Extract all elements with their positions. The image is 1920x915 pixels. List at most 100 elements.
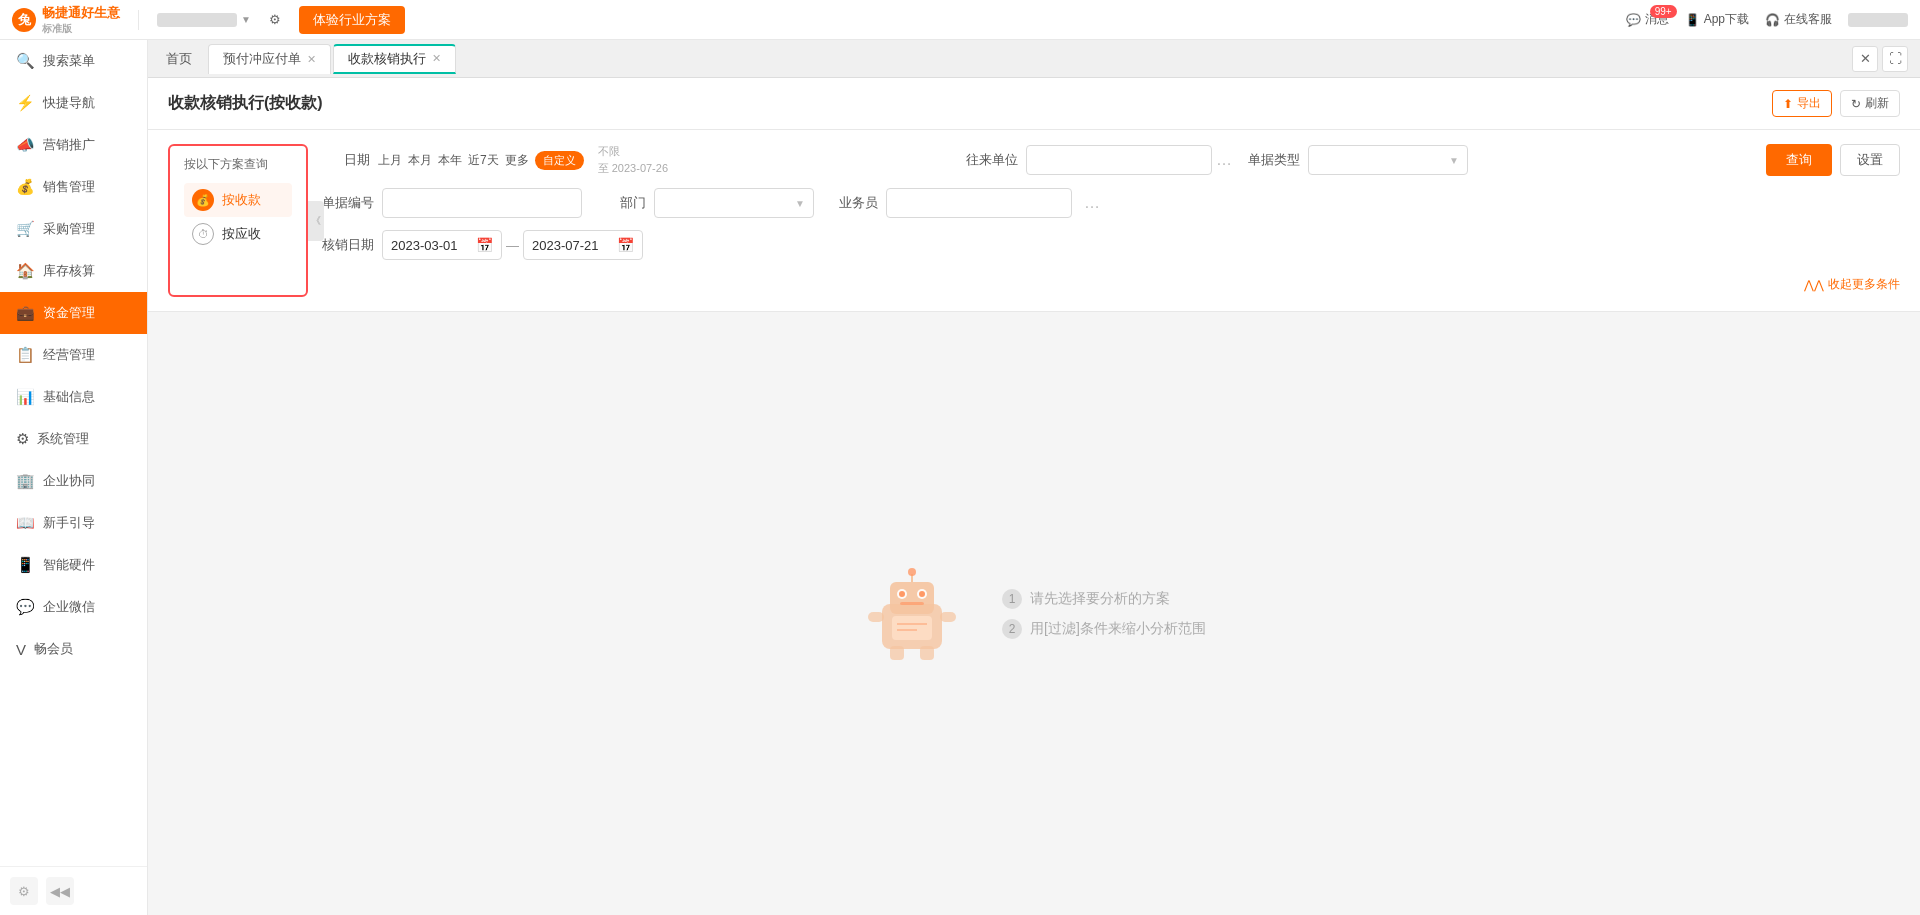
message-action[interactable]: 💬 消息 99+ bbox=[1626, 11, 1669, 28]
query-option-collection-label: 按收款 bbox=[222, 191, 261, 209]
page-header-actions: ⬆ 导出 ↻ 刷新 bbox=[1772, 90, 1900, 129]
sidebar-item-sales[interactable]: 💰 销售管理 bbox=[0, 166, 147, 208]
counterpart-ellipsis-icon[interactable]: … bbox=[1216, 151, 1232, 169]
bill-no-input[interactable] bbox=[382, 188, 582, 218]
sales-icon: 💰 bbox=[16, 178, 35, 196]
online-service-action[interactable]: 🎧 在线客服 bbox=[1765, 11, 1832, 28]
sidebar-item-quick-nav[interactable]: ⚡ 快捷导航 bbox=[0, 82, 147, 124]
filter-item-department: 部门 ▼ bbox=[598, 188, 814, 218]
empty-state: 1 请先选择要分析的方案 2 用[过滤]条件来缩小分析范围 bbox=[148, 312, 1920, 915]
export-button[interactable]: ⬆ 导出 bbox=[1772, 90, 1832, 117]
shortcut-more[interactable]: 更多 bbox=[505, 152, 529, 169]
sidebar-label-quick-nav: 快捷导航 bbox=[43, 94, 95, 112]
sidebar-label-inventory: 库存核算 bbox=[43, 262, 95, 280]
fund-icon: 💼 bbox=[16, 304, 35, 322]
svg-point-5 bbox=[919, 591, 925, 597]
message-badge: 99+ bbox=[1650, 5, 1677, 18]
filter-row-3: 核销日期 2023-03-01 📅 — 2023-07-21 📅 bbox=[322, 230, 1900, 260]
hint-num-1: 1 bbox=[1002, 589, 1022, 609]
tab-home[interactable]: 首页 bbox=[152, 44, 206, 74]
tab-collection-close-icon[interactable]: ✕ bbox=[432, 52, 441, 65]
sidebar-item-system[interactable]: ⚙ 系统管理 bbox=[0, 418, 147, 460]
sidebar-item-wechat[interactable]: 💬 企业微信 bbox=[0, 586, 147, 628]
query-button[interactable]: 查询 bbox=[1766, 144, 1832, 176]
sidebar-item-member[interactable]: V 畅会员 bbox=[0, 628, 147, 670]
department-select[interactable]: ▼ bbox=[654, 188, 814, 218]
empty-hints: 1 请先选择要分析的方案 2 用[过滤]条件来缩小分析范围 bbox=[1002, 589, 1206, 639]
message-icon: 💬 bbox=[1626, 13, 1641, 27]
hint-num-2: 2 bbox=[1002, 619, 1022, 639]
filter-item-verification-date: 核销日期 2023-03-01 📅 — 2023-07-21 📅 bbox=[322, 230, 643, 260]
shortcut-7days[interactable]: 近7天 bbox=[468, 152, 499, 169]
query-option-by-collection[interactable]: 💰 按收款 bbox=[184, 183, 292, 217]
member-icon: V bbox=[16, 641, 26, 658]
tab-controls: ✕ ⛶ bbox=[1852, 46, 1916, 72]
bill-type-select[interactable]: ▼ bbox=[1308, 145, 1468, 175]
calendar-start-icon: 📅 bbox=[476, 237, 493, 253]
marketing-icon: 📣 bbox=[16, 136, 35, 154]
filter-item-business: 业务员 … bbox=[830, 188, 1100, 218]
shortcut-last-month[interactable]: 上月 bbox=[378, 152, 402, 169]
shortcut-this-year[interactable]: 本年 bbox=[438, 152, 462, 169]
sidebar-item-search-menu[interactable]: 🔍 搜索菜单 bbox=[0, 40, 147, 82]
settings-gear-icon[interactable]: ⚙ bbox=[261, 6, 289, 34]
tab-prepay-close-icon[interactable]: ✕ bbox=[307, 53, 316, 66]
headset-icon: 🎧 bbox=[1765, 13, 1780, 27]
chevron-down-icon: ▼ bbox=[241, 14, 251, 25]
query-option-by-receivable[interactable]: ⏱ 按应收 bbox=[184, 217, 292, 251]
online-service-label: 在线客服 bbox=[1784, 11, 1832, 28]
query-option-receivable-label: 按应收 bbox=[222, 225, 261, 243]
sidebar-label-purchase: 采购管理 bbox=[43, 220, 95, 238]
sidebar: 🔍 搜索菜单 ⚡ 快捷导航 📣 营销推广 💰 销售管理 🛒 采购管理 🏠 库存核… bbox=[0, 40, 148, 915]
query-panel: 按以下方案查询 💰 按收款 ⏱ 按应收 《 bbox=[168, 144, 308, 297]
receivable-icon: ⏱ bbox=[192, 223, 214, 245]
export-label: 导出 bbox=[1797, 95, 1821, 112]
tab-collection[interactable]: 收款核销执行 ✕ bbox=[333, 44, 456, 74]
query-panel-collapse-button[interactable]: 《 bbox=[308, 201, 324, 241]
sidebar-item-inventory[interactable]: 🏠 库存核算 bbox=[0, 250, 147, 292]
refresh-button[interactable]: ↻ 刷新 bbox=[1840, 90, 1900, 117]
user-name[interactable] bbox=[1848, 13, 1908, 27]
date-hint: 至 2023-07-26 bbox=[598, 161, 668, 176]
sidebar-item-basic-info[interactable]: 📊 基础信息 bbox=[0, 376, 147, 418]
filter-item-bill-no: 单据编号 bbox=[322, 188, 582, 218]
shortcut-custom[interactable]: 自定义 bbox=[535, 151, 584, 170]
tab-collection-label: 收款核销执行 bbox=[348, 50, 426, 68]
sidebar-item-operation[interactable]: 📋 经营管理 bbox=[0, 334, 147, 376]
collapse-more-button[interactable]: ⋀⋀ 收起更多条件 bbox=[322, 272, 1900, 297]
business-label: 业务员 bbox=[830, 194, 878, 212]
svg-rect-13 bbox=[892, 616, 932, 640]
brand-logo: 兔 畅捷通好生意 标准版 bbox=[12, 4, 120, 36]
shortcut-this-month[interactable]: 本月 bbox=[408, 152, 432, 169]
sidebar-item-purchase[interactable]: 🛒 采购管理 bbox=[0, 208, 147, 250]
date-range: 2023-03-01 📅 — 2023-07-21 📅 bbox=[382, 230, 643, 260]
sidebar-item-enterprise[interactable]: 🏢 企业协同 bbox=[0, 460, 147, 502]
sidebar-collapse-icon[interactable]: ◀◀ bbox=[46, 877, 74, 905]
tab-home-label: 首页 bbox=[166, 50, 192, 68]
sidebar-settings-icon[interactable]: ⚙ bbox=[10, 877, 38, 905]
date-shortcuts: 上月 本月 本年 近7天 更多 自定义 bbox=[378, 151, 584, 170]
counterpart-input[interactable] bbox=[1026, 145, 1212, 175]
sidebar-item-marketing[interactable]: 📣 营销推广 bbox=[0, 124, 147, 166]
tab-expand-btn[interactable]: ⛶ bbox=[1882, 46, 1908, 72]
counterpart-label: 往来单位 bbox=[966, 151, 1018, 169]
business-ellipsis-icon[interactable]: … bbox=[1084, 194, 1100, 212]
purchase-icon: 🛒 bbox=[16, 220, 35, 238]
filter-row-2: 单据编号 部门 ▼ 业务员 bbox=[322, 188, 1900, 218]
company-selector[interactable]: ▼ bbox=[157, 13, 251, 27]
verification-start-date[interactable]: 2023-03-01 📅 bbox=[382, 230, 502, 260]
sidebar-label-operation: 经营管理 bbox=[43, 346, 95, 364]
sidebar-label-search-menu: 搜索菜单 bbox=[43, 52, 95, 70]
industry-solution-button[interactable]: 体验行业方案 bbox=[299, 6, 405, 34]
svg-rect-1 bbox=[890, 582, 934, 614]
verification-end-date[interactable]: 2023-07-21 📅 bbox=[523, 230, 643, 260]
sidebar-item-fund[interactable]: 💼 资金管理 bbox=[0, 292, 147, 334]
app-download-action[interactable]: 📱 App下载 bbox=[1685, 11, 1749, 28]
sidebar-item-smart-hw[interactable]: 📱 智能硬件 bbox=[0, 544, 147, 586]
business-input[interactable] bbox=[886, 188, 1072, 218]
sidebar-label-beginner: 新手引导 bbox=[43, 514, 95, 532]
setting-button[interactable]: 设置 bbox=[1840, 144, 1900, 176]
tab-close-btn[interactable]: ✕ bbox=[1852, 46, 1878, 72]
tab-prepay[interactable]: 预付冲应付单 ✕ bbox=[208, 44, 331, 74]
sidebar-item-beginner[interactable]: 📖 新手引导 bbox=[0, 502, 147, 544]
